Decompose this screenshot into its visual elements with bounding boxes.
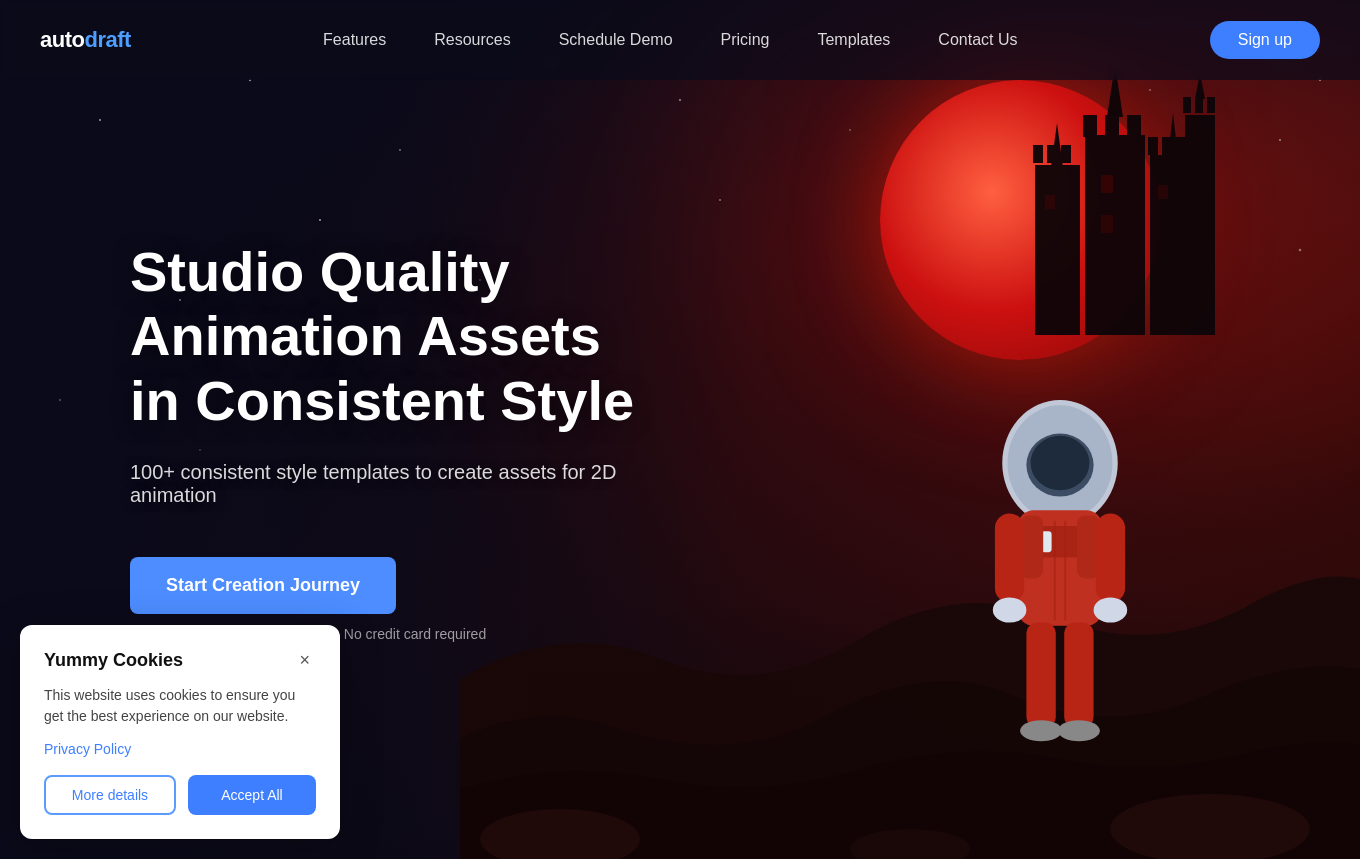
- svg-marker-38: [1168, 113, 1178, 157]
- svg-rect-43: [1158, 185, 1168, 199]
- nav-link-contact-us[interactable]: Contact Us: [938, 31, 1017, 48]
- svg-rect-41: [1101, 215, 1113, 233]
- hero-title-line2: in Consistent Style: [130, 369, 634, 432]
- svg-rect-24: [1083, 115, 1097, 137]
- svg-point-62: [1020, 720, 1062, 741]
- nav-links: Features Resources Schedule Demo Pricing…: [323, 31, 1017, 49]
- accept-all-button[interactable]: Accept All: [188, 775, 316, 815]
- navbar: autodraft Features Resources Schedule De…: [0, 0, 1360, 80]
- logo-auto: auto: [40, 27, 84, 52]
- nav-item-schedule-demo[interactable]: Schedule Demo: [559, 31, 673, 49]
- svg-rect-30: [1148, 137, 1158, 155]
- svg-rect-61: [1064, 623, 1093, 728]
- hero-subtitle: 100+ consistent style templates to creat…: [130, 461, 700, 507]
- svg-point-50: [1031, 436, 1090, 491]
- logo-draft: draft: [84, 27, 130, 52]
- svg-rect-32: [1176, 137, 1186, 155]
- logo-text: autodraft: [40, 27, 131, 53]
- hero-content: Studio Quality Animation Assets in Consi…: [0, 80, 700, 642]
- cookie-actions: More details Accept All: [44, 775, 316, 815]
- logo[interactable]: autodraft: [40, 27, 131, 53]
- svg-rect-23: [1185, 115, 1215, 335]
- nav-item-resources[interactable]: Resources: [434, 31, 510, 49]
- hero-title-line1: Studio Quality Animation Assets: [130, 240, 601, 367]
- cookie-header: Yummy Cookies ×: [44, 649, 316, 671]
- svg-rect-56: [995, 513, 1024, 602]
- cookie-banner: Yummy Cookies × This website uses cookie…: [20, 625, 340, 839]
- castle-silhouette: [1015, 55, 1215, 339]
- nav-item-contact-us[interactable]: Contact Us: [938, 31, 1017, 49]
- svg-rect-57: [1096, 513, 1125, 602]
- cta-button[interactable]: Start Creation Journey: [130, 557, 396, 614]
- svg-rect-25: [1105, 115, 1119, 137]
- svg-rect-20: [1085, 135, 1145, 335]
- nav-item-pricing[interactable]: Pricing: [721, 31, 770, 49]
- svg-rect-27: [1033, 145, 1043, 163]
- signup-button[interactable]: Sign up: [1210, 21, 1320, 59]
- svg-rect-29: [1061, 145, 1071, 163]
- svg-rect-33: [1183, 97, 1191, 113]
- svg-point-58: [993, 597, 1027, 622]
- more-details-button[interactable]: More details: [44, 775, 176, 815]
- svg-rect-26: [1127, 115, 1141, 137]
- svg-rect-34: [1195, 97, 1203, 113]
- nav-link-resources[interactable]: Resources: [434, 31, 510, 48]
- hero-title: Studio Quality Animation Assets in Consi…: [130, 240, 700, 433]
- svg-rect-35: [1207, 97, 1215, 113]
- cookie-title: Yummy Cookies: [44, 650, 183, 671]
- cookie-body-text: This website uses cookies to ensure you …: [44, 685, 316, 727]
- astronaut-figure: [950, 379, 1170, 799]
- cookie-close-button[interactable]: ×: [293, 649, 316, 671]
- svg-rect-42: [1045, 195, 1055, 209]
- nav-item-templates[interactable]: Templates: [817, 31, 890, 49]
- svg-rect-60: [1026, 623, 1055, 728]
- svg-rect-40: [1101, 175, 1113, 193]
- nav-link-schedule-demo[interactable]: Schedule Demo: [559, 31, 673, 48]
- svg-rect-21: [1035, 165, 1080, 335]
- svg-point-59: [1094, 597, 1128, 622]
- nav-link-features[interactable]: Features: [323, 31, 386, 48]
- svg-point-63: [1058, 720, 1100, 741]
- nav-item-features[interactable]: Features: [323, 31, 386, 49]
- privacy-policy-link[interactable]: Privacy Policy: [44, 741, 316, 757]
- nav-link-templates[interactable]: Templates: [817, 31, 890, 48]
- nav-link-pricing[interactable]: Pricing: [721, 31, 770, 48]
